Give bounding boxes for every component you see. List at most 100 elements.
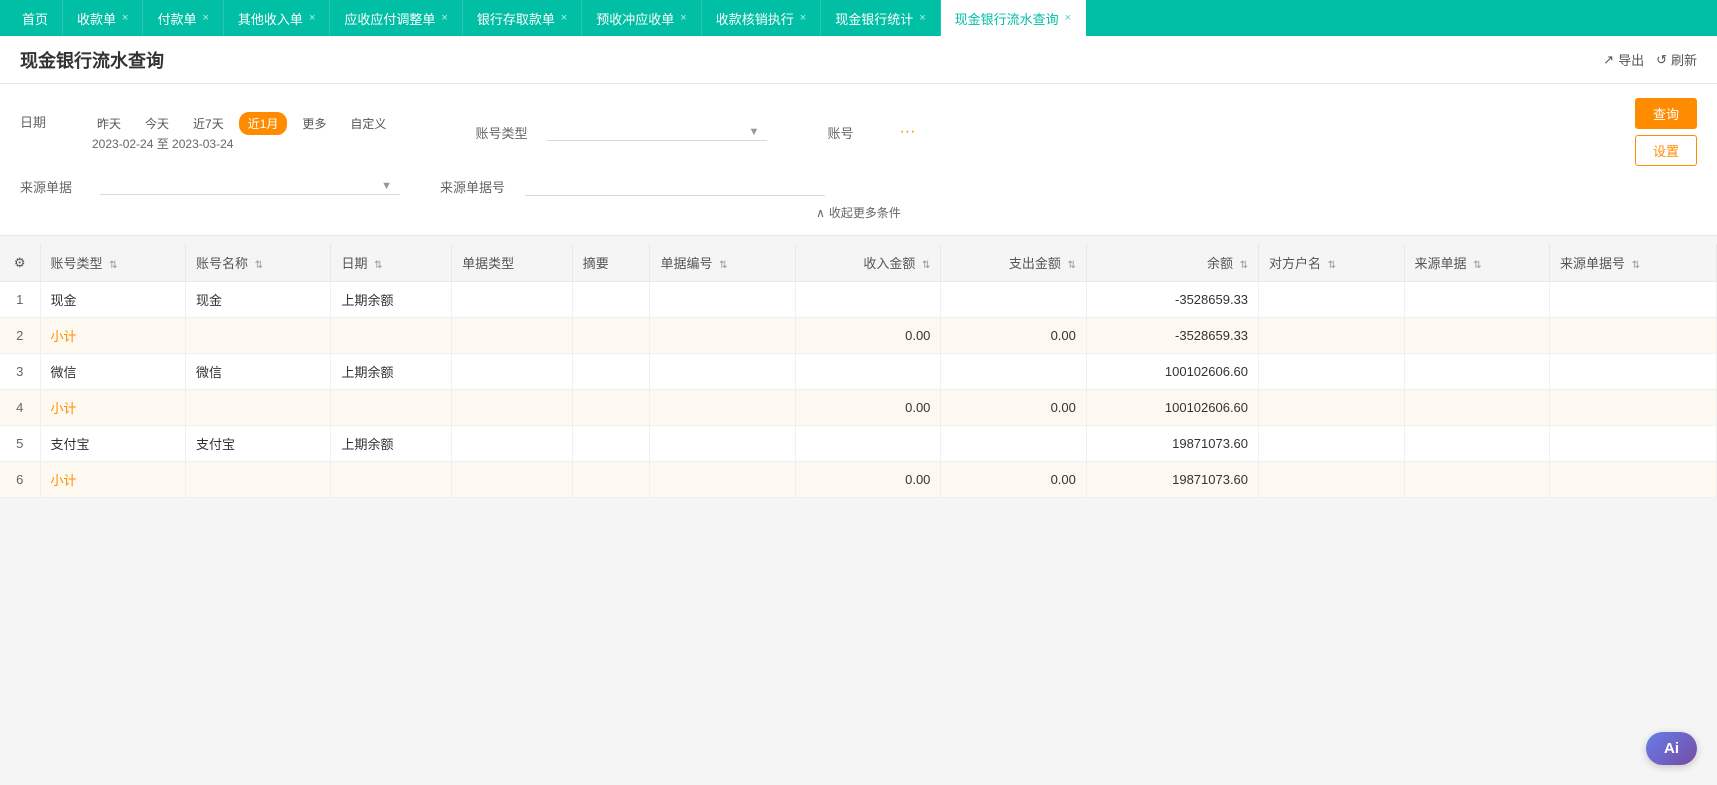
table-row: 6小计0.000.0019871073.60 bbox=[0, 462, 1717, 498]
doc-no-cell bbox=[650, 354, 795, 390]
tab-close-icon[interactable]: × bbox=[680, 12, 686, 24]
date-cell bbox=[331, 318, 452, 354]
doc-type-cell bbox=[452, 318, 573, 354]
nav-tab-预收冲应收单[interactable]: 预收冲应收单× bbox=[582, 0, 701, 36]
account-type-filter-group: 账号类型 ▼ bbox=[475, 123, 767, 142]
date-cell: 上期余额 bbox=[331, 282, 452, 318]
nav-tab-收款核销执行[interactable]: 收款核销执行× bbox=[702, 0, 821, 36]
table-container: ⚙ 账号类型 ⇅ 账号名称 ⇅ 日期 ⇅ 单据类型 摘要 单据编号 ⇅ 收入金额… bbox=[0, 244, 1717, 498]
col-account-type[interactable]: 账号类型 ⇅ bbox=[40, 244, 185, 282]
expense-cell: 0.00 bbox=[941, 318, 1086, 354]
col-income[interactable]: 收入金额 ⇅ bbox=[795, 244, 940, 282]
counterpart-cell bbox=[1259, 390, 1404, 426]
date-cell: 上期余额 bbox=[331, 426, 452, 462]
doc-no-cell bbox=[650, 426, 795, 462]
account-type-select[interactable]: ▼ bbox=[547, 124, 767, 141]
counterpart-cell bbox=[1259, 462, 1404, 498]
col-doc-no[interactable]: 单据编号 ⇅ bbox=[650, 244, 795, 282]
date-btn-more[interactable]: 更多 bbox=[293, 112, 335, 135]
balance-cell: 100102606.60 bbox=[1086, 390, 1258, 426]
summary-cell bbox=[572, 462, 650, 498]
data-table: ⚙ 账号类型 ⇅ 账号名称 ⇅ 日期 ⇅ 单据类型 摘要 单据编号 ⇅ 收入金额… bbox=[0, 244, 1717, 498]
date-btn-1month[interactable]: 近1月 bbox=[239, 112, 288, 135]
income-cell: 0.00 bbox=[795, 318, 940, 354]
source-doc-no-input[interactable] bbox=[525, 176, 825, 196]
col-summary[interactable]: 摘要 bbox=[572, 244, 650, 282]
account-type-cell: 支付宝 bbox=[40, 426, 185, 462]
col-doc-type[interactable]: 单据类型 bbox=[452, 244, 573, 282]
tab-close-icon[interactable]: × bbox=[202, 12, 208, 24]
row-num: 5 bbox=[0, 426, 40, 462]
col-expense[interactable]: 支出金额 ⇅ bbox=[941, 244, 1086, 282]
counterpart-cell bbox=[1259, 426, 1404, 462]
col-counterpart[interactable]: 对方户名 ⇅ bbox=[1259, 244, 1404, 282]
balance-cell: -3528659.33 bbox=[1086, 282, 1258, 318]
col-date[interactable]: 日期 ⇅ bbox=[331, 244, 452, 282]
summary-cell bbox=[572, 318, 650, 354]
tab-close-icon[interactable]: × bbox=[561, 12, 567, 24]
account-no-area: ··· bbox=[899, 123, 915, 141]
source-doc-select[interactable]: ▼ bbox=[100, 178, 400, 195]
source-doc-cell bbox=[1404, 426, 1549, 462]
source-doc-no-cell bbox=[1549, 390, 1716, 426]
col-source-doc-no[interactable]: 来源单据号 ⇅ bbox=[1549, 244, 1716, 282]
nav-tab-银行存取款单[interactable]: 银行存取款单× bbox=[463, 0, 582, 36]
date-cell bbox=[331, 390, 452, 426]
doc-no-cell bbox=[650, 462, 795, 498]
refresh-button[interactable]: ↺ 刷新 bbox=[1656, 50, 1697, 69]
nav-home[interactable]: 首页 bbox=[8, 0, 63, 36]
filter-row-2: 来源单据 ▼ 来源单据号 bbox=[20, 176, 1697, 196]
nav-tab-付款单[interactable]: 付款单× bbox=[143, 0, 223, 36]
col-source-doc[interactable]: 来源单据 ⇅ bbox=[1404, 244, 1549, 282]
date-range-display: 2023-02-24 至 2023-03-24 bbox=[92, 135, 395, 152]
source-doc-cell bbox=[1404, 390, 1549, 426]
expense-cell: 0.00 bbox=[941, 390, 1086, 426]
row-num: 4 bbox=[0, 390, 40, 426]
table-row: 5支付宝支付宝上期余额19871073.60 bbox=[0, 426, 1717, 462]
source-doc-no-cell bbox=[1549, 426, 1716, 462]
date-btn-yesterday[interactable]: 昨天 bbox=[88, 112, 130, 135]
col-balance[interactable]: 余额 ⇅ bbox=[1086, 244, 1258, 282]
row-num: 3 bbox=[0, 354, 40, 390]
query-button[interactable]: 查询 bbox=[1635, 98, 1697, 129]
summary-cell bbox=[572, 426, 650, 462]
balance-cell: 100102606.60 bbox=[1086, 354, 1258, 390]
filter-area: 日期 昨天 今天 近7天 近1月 更多 自定义 2023-02-24 至 202… bbox=[0, 84, 1717, 236]
export-button[interactable]: ↗ 导出 bbox=[1603, 50, 1644, 69]
tab-close-icon[interactable]: × bbox=[919, 12, 925, 24]
source-doc-no-cell bbox=[1549, 318, 1716, 354]
tab-close-icon[interactable]: × bbox=[1065, 12, 1071, 24]
account-type-cell: 小计 bbox=[40, 318, 185, 354]
collapse-bar[interactable]: ∧ 收起更多条件 bbox=[20, 200, 1697, 227]
account-name-cell bbox=[185, 318, 330, 354]
date-btn-7days[interactable]: 近7天 bbox=[184, 112, 233, 135]
nav-tab-现金银行统计[interactable]: 现金银行统计× bbox=[821, 0, 940, 36]
collapse-label: 收起更多条件 bbox=[829, 204, 901, 221]
source-doc-no-cell bbox=[1549, 282, 1716, 318]
account-no-label: 账号 bbox=[827, 123, 887, 142]
account-type-cell: 小计 bbox=[40, 390, 185, 426]
nav-tab-其他收入单[interactable]: 其他收入单× bbox=[224, 0, 330, 36]
doc-no-cell bbox=[650, 390, 795, 426]
source-doc-no-label: 来源单据号 bbox=[440, 177, 505, 196]
col-settings[interactable]: ⚙ bbox=[0, 244, 40, 282]
account-no-dots-icon[interactable]: ··· bbox=[899, 123, 915, 141]
tab-close-icon[interactable]: × bbox=[122, 12, 128, 24]
balance-cell: 19871073.60 bbox=[1086, 462, 1258, 498]
tab-close-icon[interactable]: × bbox=[800, 12, 806, 24]
source-doc-chevron-icon: ▼ bbox=[381, 180, 392, 192]
tab-close-icon[interactable]: × bbox=[441, 12, 447, 24]
nav-tab-收款单[interactable]: 收款单× bbox=[63, 0, 143, 36]
account-name-cell bbox=[185, 390, 330, 426]
tab-close-icon[interactable]: × bbox=[309, 12, 315, 24]
date-btn-today[interactable]: 今天 bbox=[136, 112, 178, 135]
nav-tab-现金银行流水查询[interactable]: 现金银行流水查询× bbox=[941, 0, 1086, 36]
doc-type-cell bbox=[452, 390, 573, 426]
col-account-name[interactable]: 账号名称 ⇅ bbox=[185, 244, 330, 282]
ai-button[interactable]: Ai bbox=[1646, 732, 1697, 765]
settings-button[interactable]: 设置 bbox=[1635, 135, 1697, 166]
date-btn-custom[interactable]: 自定义 bbox=[341, 112, 395, 135]
income-cell bbox=[795, 282, 940, 318]
nav-tab-应收应付调整单[interactable]: 应收应付调整单× bbox=[330, 0, 462, 36]
row-num: 2 bbox=[0, 318, 40, 354]
